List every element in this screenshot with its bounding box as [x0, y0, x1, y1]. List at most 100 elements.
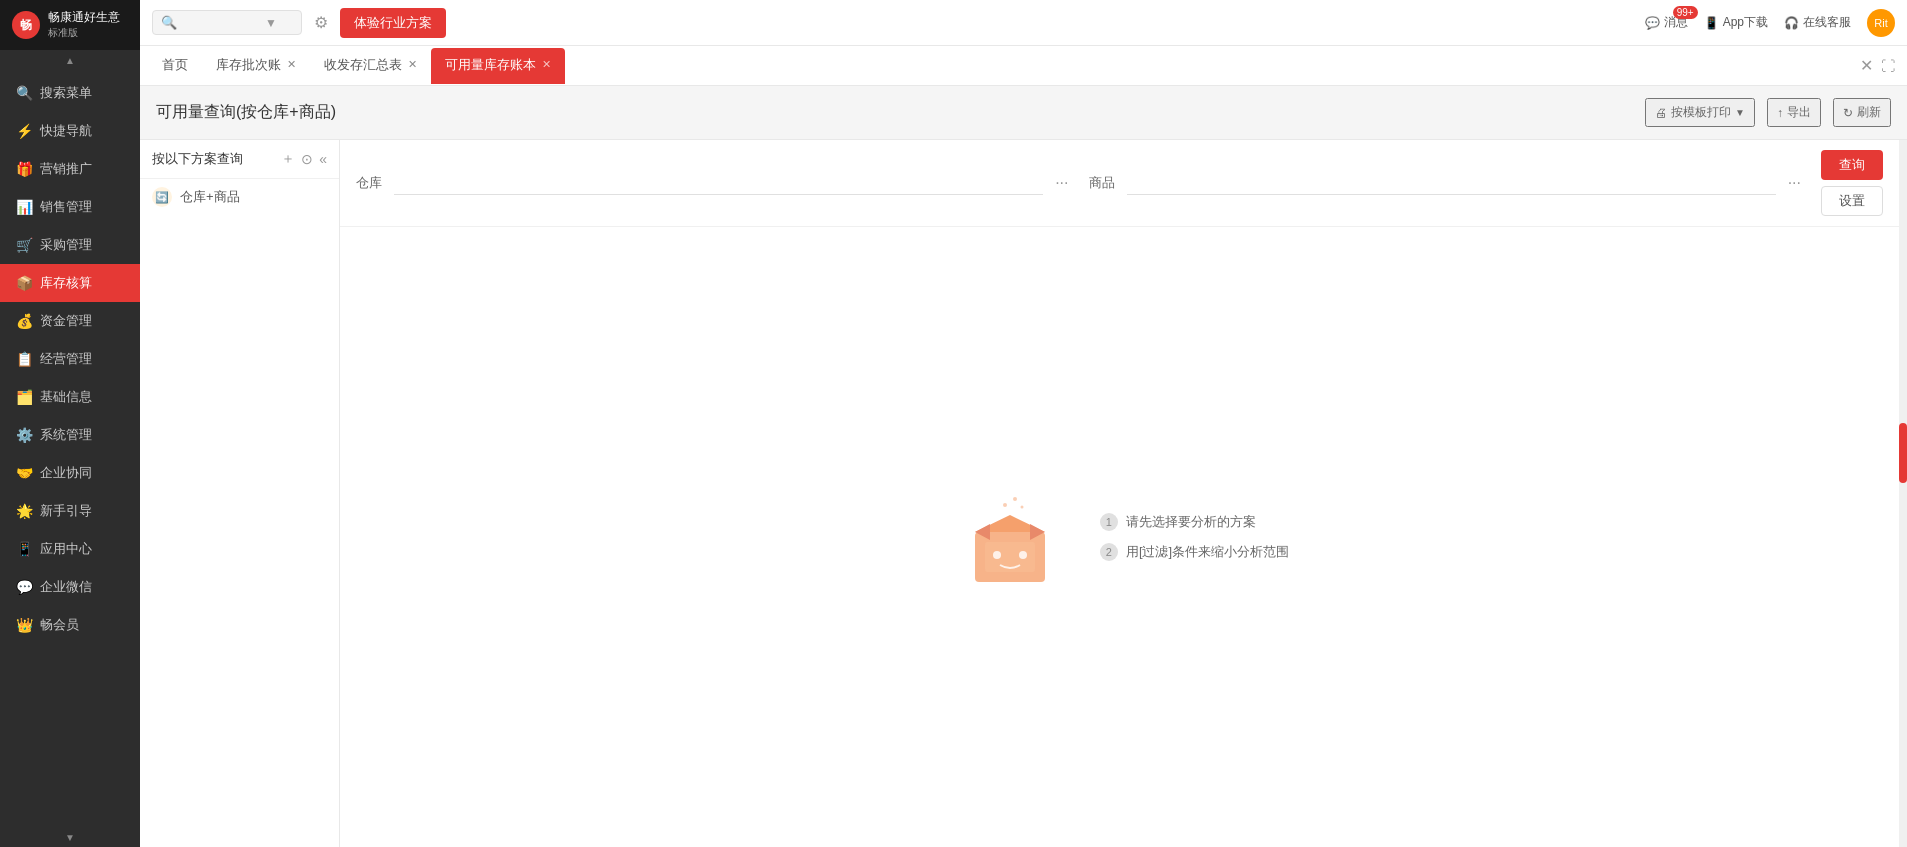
- sidebar-item-operations[interactable]: 📋经营管理: [0, 340, 140, 378]
- sidebar-item-finance[interactable]: 💰资金管理: [0, 302, 140, 340]
- product-more-icon[interactable]: ···: [1784, 172, 1805, 194]
- online-service-button[interactable]: 🎧 在线客服: [1784, 14, 1851, 31]
- quick-nav-icon: ⚡: [16, 123, 32, 139]
- empty-tip-2: 2 用[过滤]条件来缩小分析范围: [1100, 543, 1289, 561]
- sidebar-item-label: 企业微信: [40, 578, 92, 596]
- tab-available-qty[interactable]: 可用量库存账本 ✕: [431, 48, 565, 84]
- empty-illustration: [950, 477, 1070, 597]
- right-scrollbar[interactable]: [1899, 140, 1907, 847]
- svg-point-8: [1013, 497, 1017, 501]
- sidebar-item-label: 营销推广: [40, 160, 92, 178]
- sidebar-edition: 标准版: [48, 26, 120, 40]
- warehouse-field: 仓库 ···: [356, 171, 1073, 195]
- filter-item-warehouse-product[interactable]: 🔄仓库+商品: [140, 179, 339, 215]
- sidebar-scroll-down[interactable]: ▼: [0, 827, 140, 847]
- svg-point-7: [1003, 503, 1007, 507]
- user-avatar[interactable]: Rit: [1867, 9, 1895, 37]
- svg-point-6: [1019, 551, 1027, 559]
- tabs-close-button[interactable]: ✕: [1856, 52, 1877, 79]
- query-bar: 仓库 ··· 商品 ··· 查询 设置: [340, 140, 1899, 227]
- empty-tip-1: 1 请先选择要分析的方案: [1100, 513, 1289, 531]
- sidebar-item-purchase[interactable]: 🛒 采购管理: [0, 226, 140, 264]
- sidebar-item-quick-nav[interactable]: ⚡快捷导航: [0, 112, 140, 150]
- sidebar-item-inventory[interactable]: 📦库存核算: [0, 264, 140, 302]
- sidebar-item-system[interactable]: ⚙️ 系统管理: [0, 416, 140, 454]
- tip-number-1: 1: [1100, 513, 1118, 531]
- purchase-icon: 🛒: [16, 237, 32, 253]
- enterprise-icon: 🤝: [16, 465, 32, 481]
- query-button[interactable]: 查询: [1821, 150, 1883, 180]
- product-label: 商品: [1089, 174, 1119, 192]
- sidebar-item-label: 基础信息: [40, 388, 92, 406]
- sidebar-scroll-up[interactable]: ▲: [0, 50, 140, 70]
- tab-close-icon[interactable]: ✕: [542, 58, 551, 71]
- filter-add-icon[interactable]: ＋: [281, 150, 295, 168]
- basic-info-icon: 🗂️: [16, 389, 32, 405]
- topbar-search-input[interactable]: [181, 16, 261, 30]
- app-download-button[interactable]: 📱 App下载: [1704, 14, 1768, 31]
- sidebar-item-label: 资金管理: [40, 312, 92, 330]
- sidebar-item-app-center[interactable]: 📱应用中心: [0, 530, 140, 568]
- chevron-down-icon[interactable]: ▼: [265, 16, 277, 30]
- main-content: 仓库 ··· 商品 ··· 查询 设置: [340, 140, 1899, 847]
- member-icon: 👑: [16, 617, 32, 633]
- tab-home[interactable]: 首页: [148, 48, 202, 84]
- sidebar-nav: 🔍 搜索菜单 ⚡快捷导航 🎁 营销推广 📊销售管理 🛒 采购管理 📦库存核算💰资金管理📋经营管理…: [0, 70, 140, 827]
- sidebar-item-member[interactable]: 👑畅会员: [0, 606, 140, 644]
- sidebar-item-label: 搜索菜单: [40, 84, 92, 102]
- message-button[interactable]: 💬 消息 99+: [1645, 14, 1688, 31]
- filter-header-actions: ＋ ⊙ «: [281, 150, 327, 168]
- marketing-icon: 🎁: [16, 161, 32, 177]
- settings-button[interactable]: 设置: [1821, 186, 1883, 216]
- tab-receive-summary[interactable]: 收发存汇总表 ✕: [310, 48, 431, 84]
- warehouse-input[interactable]: [394, 171, 1043, 195]
- filter-item-icon: 🔄: [152, 187, 172, 207]
- export-button[interactable]: ↑ 导出: [1767, 98, 1821, 127]
- sidebar-item-newcomer[interactable]: 🌟新手引导: [0, 492, 140, 530]
- search-icon: 🔍: [16, 85, 32, 101]
- experience-industry-button[interactable]: 体验行业方案: [340, 8, 446, 38]
- print-chevron-icon: ▼: [1735, 107, 1745, 118]
- topbar-actions: 💬 消息 99+ 📱 App下载 🎧 在线客服 Rit: [1645, 9, 1895, 37]
- sidebar: 畅 畅康通好生意 标准版 ▲ 🔍搜索菜单⚡快捷导航🎁营销推广📊销售管理🛒采购管理…: [0, 0, 140, 847]
- sidebar-item-label: 采购管理: [40, 236, 92, 254]
- sidebar-item-search[interactable]: 🔍 搜索菜单: [0, 74, 140, 112]
- topbar-search-box: 🔍 ▼: [152, 10, 302, 35]
- sidebar-item-wechat[interactable]: 💬 企业微信: [0, 568, 140, 606]
- mobile-icon: 📱: [1704, 16, 1719, 30]
- tabs-expand-button[interactable]: ⛶: [1877, 54, 1899, 78]
- sidebar-item-enterprise[interactable]: 🤝 企业协同: [0, 454, 140, 492]
- tab-close-icon[interactable]: ✕: [408, 58, 417, 71]
- tab-close-icon[interactable]: ✕: [287, 58, 296, 71]
- content-area: 按以下方案查询 ＋ ⊙ « 🔄仓库+商品 仓库 ··· 商品: [140, 140, 1907, 847]
- tab-batch-account[interactable]: 库存批次账✕: [202, 48, 310, 84]
- sidebar-item-label: 系统管理: [40, 426, 92, 444]
- page-title: 可用量查询(按仓库+商品): [156, 102, 336, 123]
- tip-text-2: 用[过滤]条件来缩小分析范围: [1126, 543, 1289, 561]
- sidebar-item-marketing[interactable]: 🎁 营销推广: [0, 150, 140, 188]
- sidebar-item-label: 企业协同: [40, 464, 92, 482]
- filter-collapse-icon[interactable]: «: [319, 151, 327, 167]
- operations-icon: 📋: [16, 351, 32, 367]
- filter-settings-icon[interactable]: ⊙: [301, 151, 313, 167]
- empty-tips: 1 请先选择要分析的方案 2 用[过滤]条件来缩小分析范围: [1100, 513, 1289, 561]
- system-icon: ⚙️: [16, 427, 32, 443]
- main-area: 🔍 ▼ ⚙ 体验行业方案 💬 消息 99+ 📱 App下载 🎧 在线客服: [140, 0, 1907, 847]
- filter-panel: 按以下方案查询 ＋ ⊙ « 🔄仓库+商品: [140, 140, 340, 847]
- svg-point-9: [1020, 506, 1023, 509]
- product-input[interactable]: [1127, 171, 1776, 195]
- warehouse-label: 仓库: [356, 174, 386, 192]
- gear-icon[interactable]: ⚙: [310, 9, 332, 36]
- sidebar-logo: 畅: [12, 11, 40, 39]
- wechat-icon: 💬: [16, 579, 32, 595]
- tab-label: 收发存汇总表: [324, 56, 402, 74]
- tab-label: 可用量库存账本: [445, 56, 536, 74]
- print-template-button[interactable]: 🖨 按模板打印 ▼: [1645, 98, 1755, 127]
- sidebar-item-label: 应用中心: [40, 540, 92, 558]
- avatar: Rit: [1867, 9, 1895, 37]
- sidebar-item-basic-info[interactable]: 🗂️ 基础信息: [0, 378, 140, 416]
- sidebar-item-sales[interactable]: 📊销售管理: [0, 188, 140, 226]
- empty-state: 1 请先选择要分析的方案 2 用[过滤]条件来缩小分析范围: [340, 227, 1899, 847]
- warehouse-more-icon[interactable]: ···: [1051, 172, 1072, 194]
- refresh-button[interactable]: ↻ 刷新: [1833, 98, 1891, 127]
